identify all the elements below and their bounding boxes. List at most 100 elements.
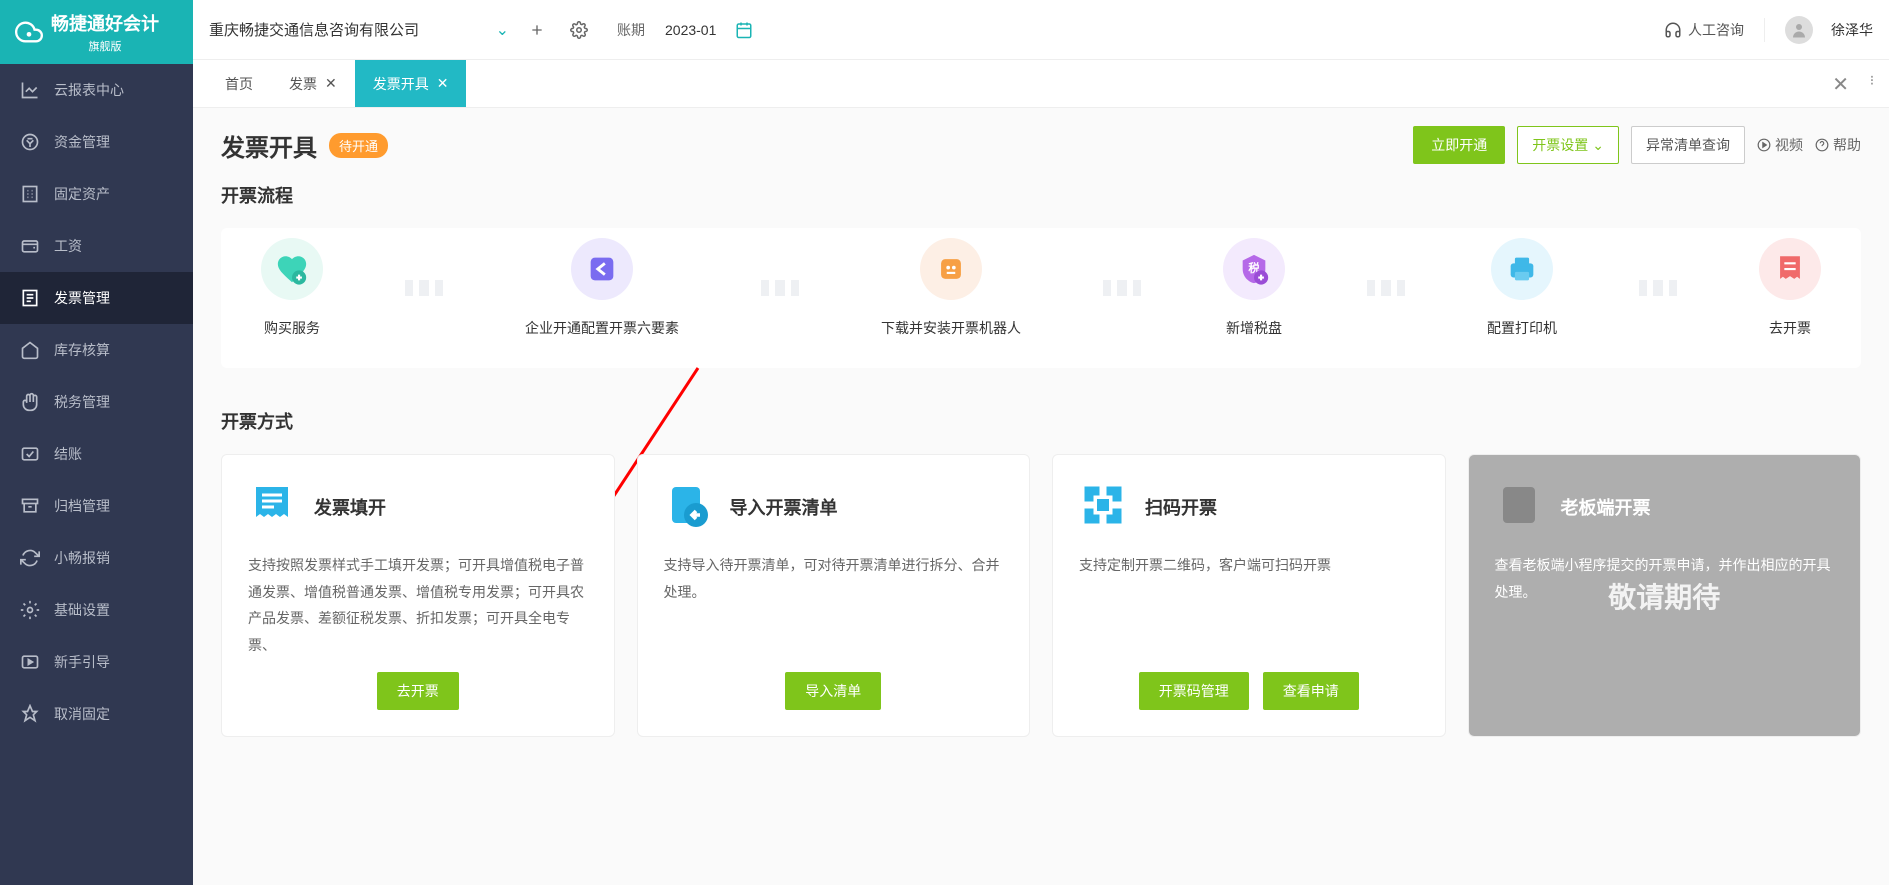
- content: 发票开具 待开通 立即开通 开票设置 ⌄ 异常清单查询 视频 帮助: [193, 108, 1889, 885]
- help-icon: [1815, 138, 1829, 152]
- flow-step-2[interactable]: 下载并安装开票机器人: [881, 238, 1021, 338]
- card-button-0-0[interactable]: 去开票: [377, 672, 459, 710]
- sidebar-item-2[interactable]: 固定资产: [0, 168, 193, 220]
- help-link[interactable]: 帮助: [1815, 135, 1861, 155]
- abnormal-list-button[interactable]: 异常清单查询: [1631, 126, 1745, 164]
- flow-step-4[interactable]: 配置打印机: [1487, 238, 1557, 338]
- sidebar-item-label: 小畅报销: [54, 548, 110, 568]
- card-title: 扫码开票: [1145, 494, 1217, 520]
- support-button[interactable]: 人工咨询: [1664, 20, 1744, 40]
- sidebar-item-7[interactable]: 结账: [0, 428, 193, 480]
- tab-1[interactable]: 发票✕: [271, 60, 355, 107]
- chevron-down-icon: ⌄: [1592, 137, 1604, 154]
- flow-step-icon: [571, 238, 633, 300]
- sidebar-item-3[interactable]: 工资: [0, 220, 193, 272]
- card-button-2-0[interactable]: 开票码管理: [1139, 672, 1249, 710]
- tabs: 首页发票✕ 发票开具 ✕ ✕ ⁝: [193, 60, 1889, 108]
- cloud-logo-icon: [15, 18, 43, 46]
- sidebar-item-0[interactable]: 云报表中心: [0, 64, 193, 116]
- tab-0[interactable]: 首页: [207, 60, 271, 107]
- card-button-2-1[interactable]: 查看申请: [1263, 672, 1359, 710]
- play-icon: [1757, 138, 1771, 152]
- sidebar: 畅捷通好会计 旗舰版 云报表中心资金管理固定资产工资发票管理库存核算税务管理结账…: [0, 0, 193, 885]
- invoice-icon: [20, 288, 40, 308]
- refresh-icon: [20, 548, 40, 568]
- avatar[interactable]: [1785, 16, 1813, 44]
- sidebar-item-1[interactable]: 资金管理: [0, 116, 193, 168]
- method-card-2[interactable]: 扫码开票支持定制开票二维码，客户端可扫码开票开票码管理查看申请: [1052, 454, 1446, 737]
- sidebar-item-label: 资金管理: [54, 132, 110, 152]
- card-desc: 支持定制开票二维码，客户端可扫码开票: [1079, 552, 1419, 658]
- play-icon: [20, 652, 40, 672]
- calendar-button[interactable]: [730, 16, 758, 44]
- brand-logo[interactable]: 畅捷通好会计 旗舰版: [0, 0, 193, 64]
- page-title: 发票开具: [221, 128, 317, 163]
- sidebar-item-10[interactable]: 基础设置: [0, 584, 193, 636]
- card-button-1-0[interactable]: 导入清单: [785, 672, 881, 710]
- chart-icon: [20, 80, 40, 100]
- period-value: 2023-01: [665, 22, 716, 38]
- archive-icon: [20, 496, 40, 516]
- sidebar-item-label: 新手引导: [54, 652, 110, 672]
- card-title: 发票填开: [314, 494, 386, 520]
- user-name: 徐泽华: [1831, 20, 1873, 40]
- hand-icon: [20, 392, 40, 412]
- flow-separator: [1103, 280, 1141, 296]
- invoice-settings-label: 开票设置: [1532, 135, 1588, 155]
- brand-name: 畅捷通好会计: [51, 10, 159, 36]
- calendar-icon: [735, 21, 753, 39]
- invoice-settings-button[interactable]: 开票设置 ⌄: [1517, 126, 1619, 164]
- flow-step-icon: [1759, 238, 1821, 300]
- sidebar-item-11[interactable]: 新手引导: [0, 636, 193, 688]
- flow-step-0[interactable]: 购买服务: [261, 238, 323, 338]
- plus-icon: [529, 22, 545, 38]
- tab-2[interactable]: 发票开具 ✕: [355, 60, 467, 107]
- expand-tabs[interactable]: ⁝: [1863, 72, 1881, 89]
- sidebar-item-5[interactable]: 库存核算: [0, 324, 193, 376]
- flow-section-title: 开票流程: [221, 182, 1861, 208]
- flow-step-1[interactable]: 企业开通配置开票六要素: [525, 238, 679, 338]
- flow-step-label: 企业开通配置开票六要素: [525, 318, 679, 338]
- sidebar-item-label: 库存核算: [54, 340, 110, 360]
- user-icon: [1790, 21, 1808, 39]
- sidebar-item-label: 税务管理: [54, 392, 110, 412]
- flow-step-icon: [261, 238, 323, 300]
- topbar: 重庆畅捷交通信息咨询有限公司 ⌄ 账期 2023-01 人工咨询: [193, 0, 1889, 60]
- close-all-tabs[interactable]: ✕: [1832, 72, 1849, 97]
- pin-icon: [20, 704, 40, 724]
- sidebar-item-label: 取消固定: [54, 704, 110, 724]
- overlay-text: 敬请期待: [1608, 576, 1720, 616]
- company-selector[interactable]: 重庆畅捷交通信息咨询有限公司 ⌄: [209, 15, 509, 44]
- tab-label: 首页: [225, 74, 253, 94]
- methods-section-title: 开票方式: [221, 408, 1861, 434]
- flow-step-3[interactable]: 税新增税盘: [1223, 238, 1285, 338]
- cards-row: 发票填开支持按照发票样式手工填开发票；可开具增值税电子普通发票、增值税普通发票、…: [221, 454, 1861, 737]
- sidebar-item-9[interactable]: 小畅报销: [0, 532, 193, 584]
- open-now-button[interactable]: 立即开通: [1413, 126, 1505, 164]
- sidebar-item-6[interactable]: 税务管理: [0, 376, 193, 428]
- sidebar-item-8[interactable]: 归档管理: [0, 480, 193, 532]
- tab-close-icon[interactable]: ✕: [437, 75, 449, 92]
- status-badge: 待开通: [329, 133, 388, 158]
- tab-label: 发票开具: [373, 74, 429, 94]
- flow-step-5[interactable]: 去开票: [1759, 238, 1821, 338]
- home-icon: [20, 340, 40, 360]
- method-card-0[interactable]: 发票填开支持按照发票样式手工填开发票；可开具增值税电子普通发票、增值税普通发票、…: [221, 454, 615, 737]
- headset-icon: [1664, 21, 1682, 39]
- card-desc: 支持按照发票样式手工填开发票；可开具增值税电子普通发票、增值税普通发票、增值税专…: [248, 552, 588, 658]
- chevron-down-icon: ⌄: [496, 20, 509, 40]
- flow-step-label: 下载并安装开票机器人: [881, 318, 1021, 338]
- video-label: 视频: [1775, 135, 1803, 155]
- tab-close-icon[interactable]: ✕: [325, 75, 337, 92]
- card-desc: 支持导入待开票清单，可对待开票清单进行拆分、合并处理。: [664, 552, 1004, 658]
- sidebar-item-4[interactable]: 发票管理: [0, 272, 193, 324]
- video-link[interactable]: 视频: [1757, 135, 1803, 155]
- add-button[interactable]: [523, 16, 551, 44]
- sidebar-item-label: 结账: [54, 444, 82, 464]
- card-title: 导入开票清单: [730, 494, 838, 520]
- method-card-1[interactable]: 导入开票清单支持导入待开票清单，可对待开票清单进行拆分、合并处理。导入清单: [637, 454, 1031, 737]
- sidebar-item-12[interactable]: 取消固定: [0, 688, 193, 740]
- flow-steps: 购买服务企业开通配置开票六要素 下载并安装开票机器人 税新增税盘 配置打印机 去开票: [221, 228, 1861, 368]
- sidebar-item-label: 固定资产: [54, 184, 110, 204]
- settings-button[interactable]: [565, 16, 593, 44]
